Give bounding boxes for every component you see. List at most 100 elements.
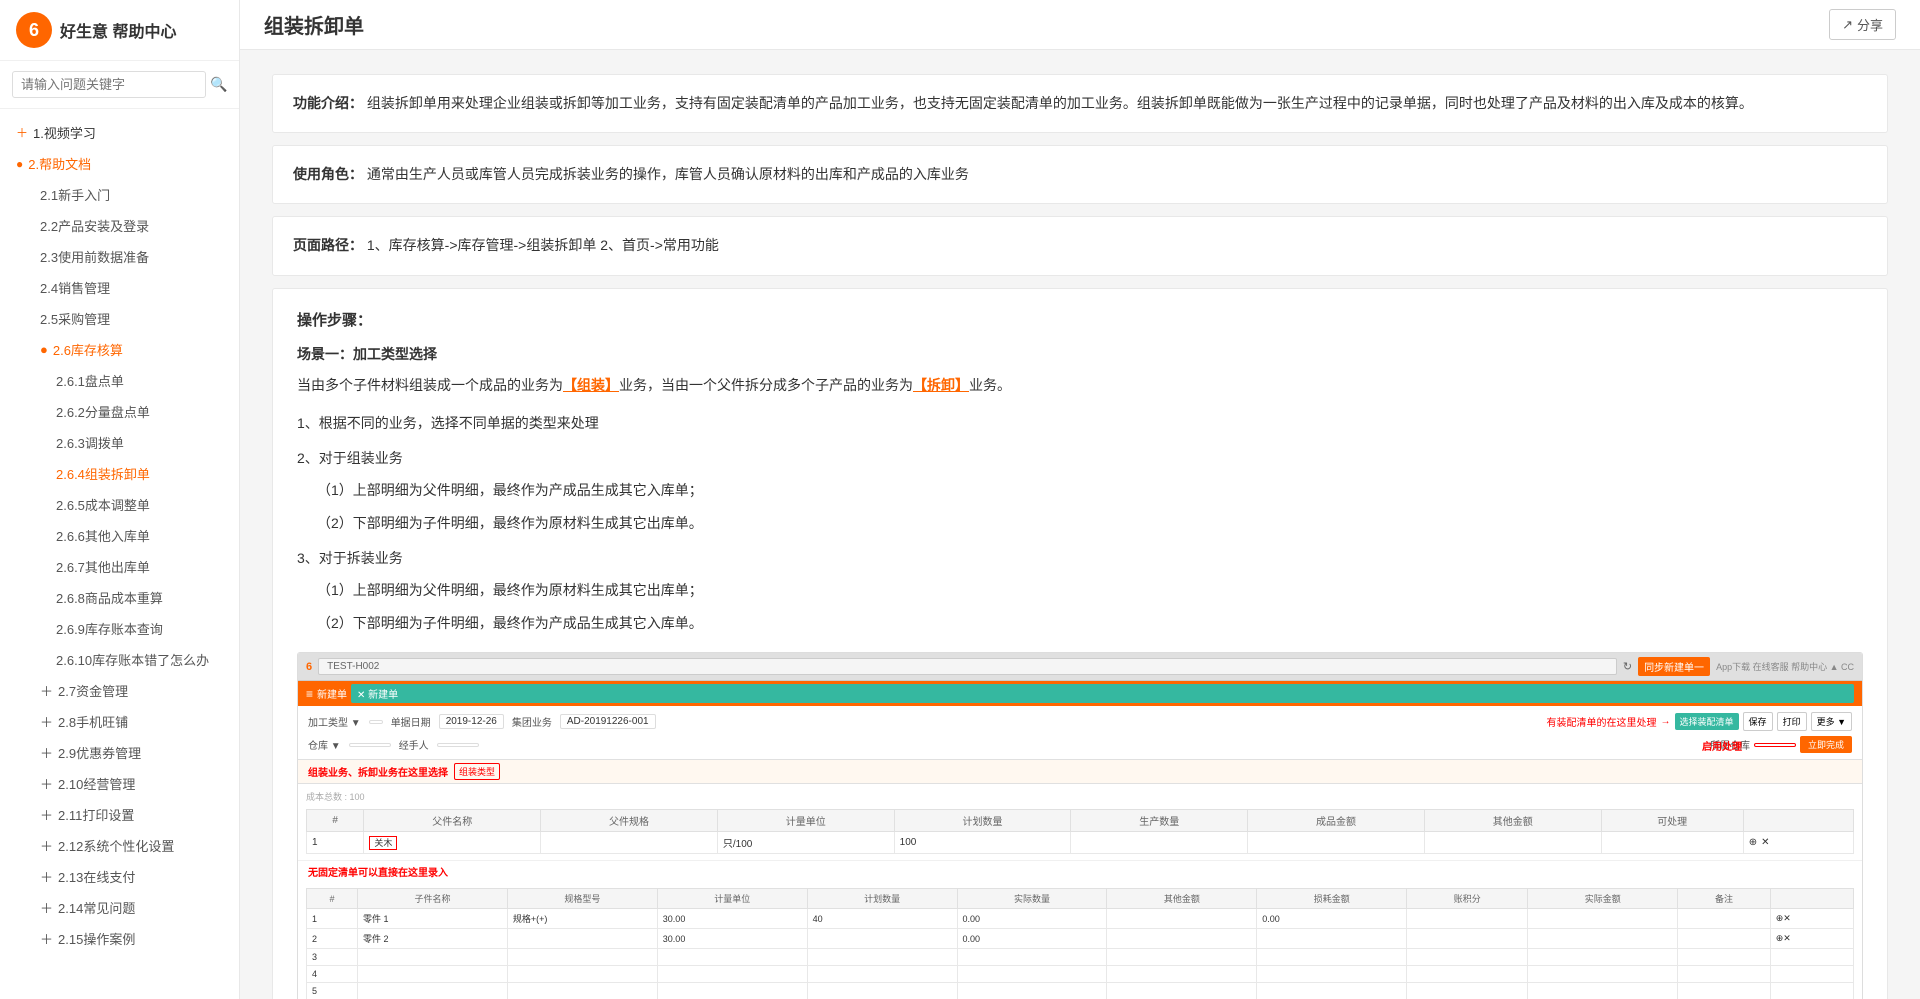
step3-text: 3、对于拆装业务 [297,545,1863,572]
sidebar-item-2-6-8[interactable]: 2.6.8商品成本重算 [32,582,239,613]
mock-td-1-spec [541,832,718,854]
sidebar-item-2-5-label: 2.5采购管理 [40,309,110,328]
sidebar-item-2-5[interactable]: 2.5采购管理 [16,303,239,334]
sidebar-item-2-6-label: 2.6库存核算 [53,340,123,359]
sub-td-1-spec: 规格+(+) [507,909,657,929]
sidebar-item-2-6-7-label: 2.6.7其他出库单 [56,557,150,576]
mock-td-1-name-input[interactable]: 关木 [369,836,397,850]
sub-td-1-remark [1678,909,1771,929]
share-icon: ↗ [1842,17,1853,33]
expand-icon-2-15: ＋ [40,929,53,948]
mock-apps: App下载 在线客服 帮助中心 ▲ CC [1716,660,1854,673]
sidebar-item-2-9[interactable]: ＋ 2.9优惠券管理 [16,737,239,768]
sidebar-item-2-14[interactable]: ＋ 2.14常见问题 [16,892,239,923]
sidebar-item-2-2[interactable]: 2.2产品安装及登录 [16,210,239,241]
sidebar-item-2-7-label: 2.7资金管理 [58,681,128,700]
sidebar-item-2-6-1[interactable]: 2.6.1盘点单 [32,365,239,396]
mock-th-prod-qty: 生产数量 [1071,810,1248,832]
sidebar-item-2-6[interactable]: ● 2.6库存核算 [16,334,239,365]
sidebar-item-2-6-5[interactable]: 2.6.5成本调整单 [32,489,239,520]
sub-td-2-score [1407,929,1528,949]
sidebar-item-2-6-9[interactable]: 2.6.9库存账本查询 [32,613,239,644]
step1-text: 1、根据不同的业务，选择不同单据的类型来处理 [297,410,1863,437]
mock-active-tab-bar: ✕ 新建单 [351,684,1854,703]
sub-del-icon-2[interactable]: ✕ [1783,933,1791,943]
sidebar-item-2[interactable]: ● 2.帮助文档 [0,148,239,179]
mock-config-area: 有装配清单的在这里处理 → 选择装配清单 保存 打印 更多 ▼ [1547,712,1852,731]
mock-td-1-prod [1071,832,1248,854]
sidebar-item-2-4[interactable]: 2.4销售管理 [16,272,239,303]
nav-sub-2: 2.1新手入门 2.2产品安装及登录 2.3使用前数据准备 2.4销售管理 2.… [0,179,239,954]
mock-new-order-btn[interactable]: 同步新建单一 [1638,657,1710,676]
sidebar-item-2-8[interactable]: ＋ 2.8手机旺铺 [16,706,239,737]
mock-config-btn[interactable]: 选择装配清单 [1675,713,1739,730]
sidebar-item-2-6-1-label: 2.6.1盘点单 [56,371,124,390]
mock-bottom-annotation: 无固定清单可以直接在这里录入 [298,860,1862,882]
mock-sub-table: # 子件名称 规格型号 计量单位 计划数量 实际数量 其他金额 损耗金额 账积分 [306,888,1854,999]
func-intro-text: 组装拆卸单用来处理企业组装或拆卸等加工业务，支持有固定装配清单的产品加工业务，也… [367,95,1753,111]
sidebar-item-2-6-4[interactable]: 2.6.4组装拆卸单 [32,458,239,489]
mock-td-1-name: 关木 [364,832,541,854]
mock-delete-icon[interactable]: ✕ [1761,837,1769,848]
sub-td-2-ops: ⊕✕ [1770,929,1853,949]
sidebar-item-1[interactable]: ＋ 1.视频学习 [0,117,239,148]
sidebar-item-2-3[interactable]: 2.3使用前数据准备 [16,241,239,272]
screenshot-mockup: 6 TEST-H002 ↻ 同步新建单一 App下载 在线客服 帮助中心 ▲ C… [298,653,1862,999]
mock-process-annotation: 启用处理 [1702,738,1742,753]
step3-2-text: （2）下部明细为子件明细，最终作为产成品生成其它入库单。 [297,610,1863,637]
sidebar-item-2-6-3[interactable]: 2.6.3调拨单 [32,427,239,458]
mock-sub-th-real: 实际金额 [1528,889,1678,909]
topbar: 组装拆卸单 ↗ 分享 [240,0,1920,50]
sidebar-item-2-12[interactable]: ＋ 2.12系统个性化设置 [16,830,239,861]
sidebar-item-2-6-2[interactable]: 2.6.2分量盘点单 [32,396,239,427]
mock-arrow-right: → [1661,716,1671,727]
mock-td-1-unit: 只/100 [717,832,894,854]
mock-sub-th-actual: 实际数量 [957,889,1107,909]
mock-th-processable: 可处理 [1601,810,1743,832]
sub-td-2-loss [1257,929,1407,949]
path-box: 页面路径： 1、库存核算->库存管理->组装拆卸单 2、首页->常用功能 [272,216,1888,275]
sidebar-item-2-6-10[interactable]: 2.6.10库存账本错了怎么办 [32,644,239,675]
sub-del-icon-1[interactable]: ✕ [1783,913,1791,923]
share-button[interactable]: ↗ 分享 [1829,9,1896,40]
sidebar-item-2-13[interactable]: ＋ 2.13在线支付 [16,861,239,892]
search-button[interactable]: 🔍 [210,76,227,93]
mock-save-btn[interactable]: 保存 [1743,712,1773,731]
step3-1-text: （1）上部明细为父件明细，最终作为原材料生成其它出库单； [297,577,1863,604]
mock-process-confirm-btn[interactable]: 立即完成 [1800,736,1852,753]
sidebar-item-2-6-10-label: 2.6.10库存账本错了怎么办 [56,650,209,669]
sidebar-item-2-6-6[interactable]: 2.6.6其他入库单 [32,520,239,551]
sub-td-1-ops: ⊕✕ [1770,909,1853,929]
mock-logo: 6 [306,661,312,673]
sub-td-2-other [1107,929,1257,949]
mock-sub-table-area: # 子件名称 规格型号 计量单位 计划数量 实际数量 其他金额 损耗金额 账积分 [298,882,1862,999]
mock-other-btn[interactable]: 更多 ▼ [1811,712,1852,731]
mock-second-row: 仓库 ▼ 经手人 所属仓库 立即完成 [308,736,1852,753]
sidebar-item-2-6-4-label: 2.6.4组装拆卸单 [56,464,150,483]
sub-td-1-score [1407,909,1528,929]
mock-url-bar: TEST-H002 [318,658,1617,675]
sub-td-1-real [1528,909,1678,929]
sidebar-item-2-6-7[interactable]: 2.6.7其他出库单 [32,551,239,582]
table-row: 1 关木 只/100 100 [307,832,1854,854]
share-label: 分享 [1857,15,1883,34]
sidebar-item-2-11[interactable]: ＋ 2.11打印设置 [16,799,239,830]
sidebar-item-2-7[interactable]: ＋ 2.7资金管理 [16,675,239,706]
sidebar-item-2-6-5-label: 2.6.5成本调整单 [56,495,150,514]
mock-date-label: 单据日期 [391,714,431,729]
mock-print-btn[interactable]: 打印 [1777,712,1807,731]
step2-1-text: （1）上部明细为父件明细，最终作为产成品生成其它入库单； [297,477,1863,504]
sidebar-item-2-10[interactable]: ＋ 2.10经营管理 [16,768,239,799]
expand-icon-2-9: ＋ [40,743,53,762]
mock-copy-icon[interactable]: ⊕ [1749,837,1757,848]
mock-sub-th-spec: 规格型号 [507,889,657,909]
mock-new-build-tab: 新建单 [317,686,347,701]
sub-table-row-2: 2 零件 2 30.00 0.00 [307,929,1854,949]
sidebar-item-2-15[interactable]: ＋ 2.15操作案例 [16,923,239,954]
sidebar-item-2-6-3-label: 2.6.3调拨单 [56,433,124,452]
sidebar-item-2-1[interactable]: 2.1新手入门 [16,179,239,210]
term-disassembly: 【拆卸】 [913,377,969,393]
mock-form-fields: 加工类型 ▼ 单据日期 2019-12-26 集团业务 AD-20191226-… [308,712,1852,731]
mock-th-plan-qty: 计划数量 [894,810,1071,832]
search-input[interactable] [12,71,206,98]
